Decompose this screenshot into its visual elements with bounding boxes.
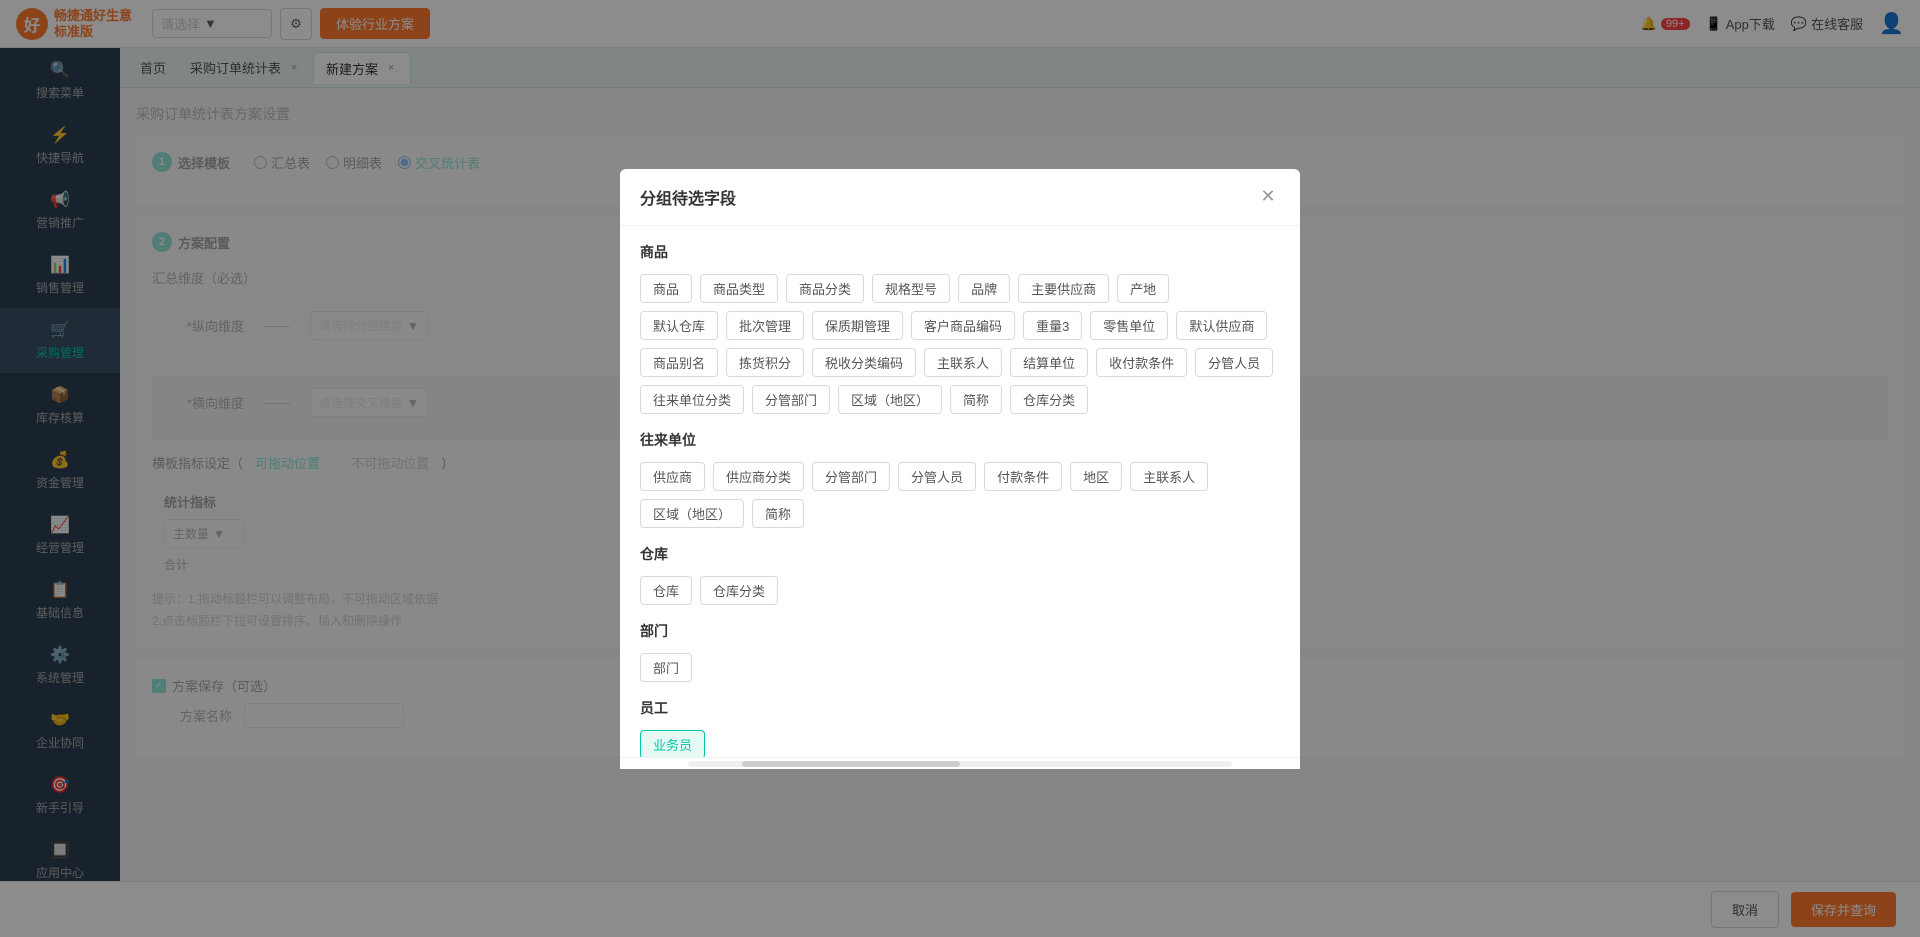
field-tags-goods-3: 商品别名 拣货积分 税收分类编码 主联系人 结算单位 收付款条件 分管人员 bbox=[640, 348, 1280, 377]
field-tag[interactable]: 默认供应商 bbox=[1176, 311, 1267, 340]
field-tag[interactable]: 往来单位分类 bbox=[640, 385, 744, 414]
field-tags-department: 部门 bbox=[640, 653, 1280, 682]
field-tag[interactable]: 简称 bbox=[950, 385, 1002, 414]
field-tag[interactable]: 分管部门 bbox=[812, 462, 890, 491]
field-tag[interactable]: 重量3 bbox=[1023, 311, 1082, 340]
field-tag[interactable]: 简称 bbox=[752, 499, 804, 528]
section-title-warehouse: 仓库 bbox=[640, 544, 1280, 564]
field-tag[interactable]: 商品分类 bbox=[786, 274, 864, 303]
field-tag[interactable]: 商品类型 bbox=[700, 274, 778, 303]
field-tag[interactable]: 区域（地区） bbox=[640, 499, 744, 528]
section-title-goods: 商品 bbox=[640, 242, 1280, 262]
field-tag[interactable]: 主联系人 bbox=[924, 348, 1002, 377]
field-tags-employee: 业务员 bbox=[640, 730, 1280, 758]
field-tag[interactable]: 默认仓库 bbox=[640, 311, 718, 340]
field-tag[interactable]: 品牌 bbox=[958, 274, 1010, 303]
field-tag[interactable]: 税收分类编码 bbox=[812, 348, 916, 377]
field-tag[interactable]: 收付款条件 bbox=[1096, 348, 1187, 377]
field-tag-selected[interactable]: 业务员 bbox=[640, 730, 705, 758]
field-tag[interactable]: 供应商分类 bbox=[713, 462, 804, 491]
modal-dialog: 分组待选字段 ✕ 商品 商品 商品类型 商品分类 规格型号 品牌 主要供应商 产… bbox=[620, 169, 1300, 769]
horizontal-scrollbar[interactable] bbox=[688, 761, 1232, 767]
field-tags-partner-2: 区域（地区） 简称 bbox=[640, 499, 1280, 528]
field-tag[interactable]: 商品 bbox=[640, 274, 692, 303]
field-tags-warehouse: 仓库 仓库分类 bbox=[640, 576, 1280, 605]
field-tag[interactable]: 结算单位 bbox=[1010, 348, 1088, 377]
modal-body: 商品 商品 商品类型 商品分类 规格型号 品牌 主要供应商 产地 默认仓库 批次… bbox=[620, 226, 1300, 758]
section-title-partner: 往来单位 bbox=[640, 430, 1280, 450]
field-tag[interactable]: 商品别名 bbox=[640, 348, 718, 377]
field-tag[interactable]: 主联系人 bbox=[1130, 462, 1208, 491]
horizontal-scrollbar-thumb bbox=[742, 761, 960, 767]
field-tag[interactable]: 主要供应商 bbox=[1018, 274, 1109, 303]
field-tag[interactable]: 拣货积分 bbox=[726, 348, 804, 377]
field-tags-goods-4: 往来单位分类 分管部门 区域（地区） 简称 仓库分类 bbox=[640, 385, 1280, 414]
field-tag[interactable]: 分管部门 bbox=[752, 385, 830, 414]
field-tags-goods-2: 默认仓库 批次管理 保质期管理 客户商品编码 重量3 零售单位 默认供应商 bbox=[640, 311, 1280, 340]
section-title-employee: 员工 bbox=[640, 698, 1280, 718]
field-tag[interactable]: 供应商 bbox=[640, 462, 705, 491]
field-tag[interactable]: 客户商品编码 bbox=[911, 311, 1015, 340]
field-tag[interactable]: 保质期管理 bbox=[812, 311, 903, 340]
field-tag[interactable]: 批次管理 bbox=[726, 311, 804, 340]
field-tags-partner: 供应商 供应商分类 分管部门 分管人员 付款条件 地区 主联系人 bbox=[640, 462, 1280, 491]
modal-scroll-footer bbox=[620, 757, 1300, 768]
field-tag[interactable]: 产地 bbox=[1117, 274, 1169, 303]
field-tag[interactable]: 部门 bbox=[640, 653, 692, 682]
modal-header: 分组待选字段 ✕ bbox=[620, 169, 1300, 226]
field-tag[interactable]: 仓库 bbox=[640, 576, 692, 605]
field-tag[interactable]: 规格型号 bbox=[872, 274, 950, 303]
field-tag[interactable]: 分管人员 bbox=[1195, 348, 1273, 377]
field-tag[interactable]: 仓库分类 bbox=[700, 576, 778, 605]
field-tag[interactable]: 零售单位 bbox=[1090, 311, 1168, 340]
field-tag[interactable]: 区域（地区） bbox=[838, 385, 942, 414]
field-tag[interactable]: 地区 bbox=[1070, 462, 1122, 491]
field-tag[interactable]: 分管人员 bbox=[898, 462, 976, 491]
field-tag[interactable]: 付款条件 bbox=[984, 462, 1062, 491]
field-tags-goods: 商品 商品类型 商品分类 规格型号 品牌 主要供应商 产地 bbox=[640, 274, 1280, 303]
modal-close-button[interactable]: ✕ bbox=[1256, 185, 1280, 209]
section-title-department: 部门 bbox=[640, 621, 1280, 641]
modal-title: 分组待选字段 bbox=[640, 185, 736, 209]
field-tag[interactable]: 仓库分类 bbox=[1010, 385, 1088, 414]
